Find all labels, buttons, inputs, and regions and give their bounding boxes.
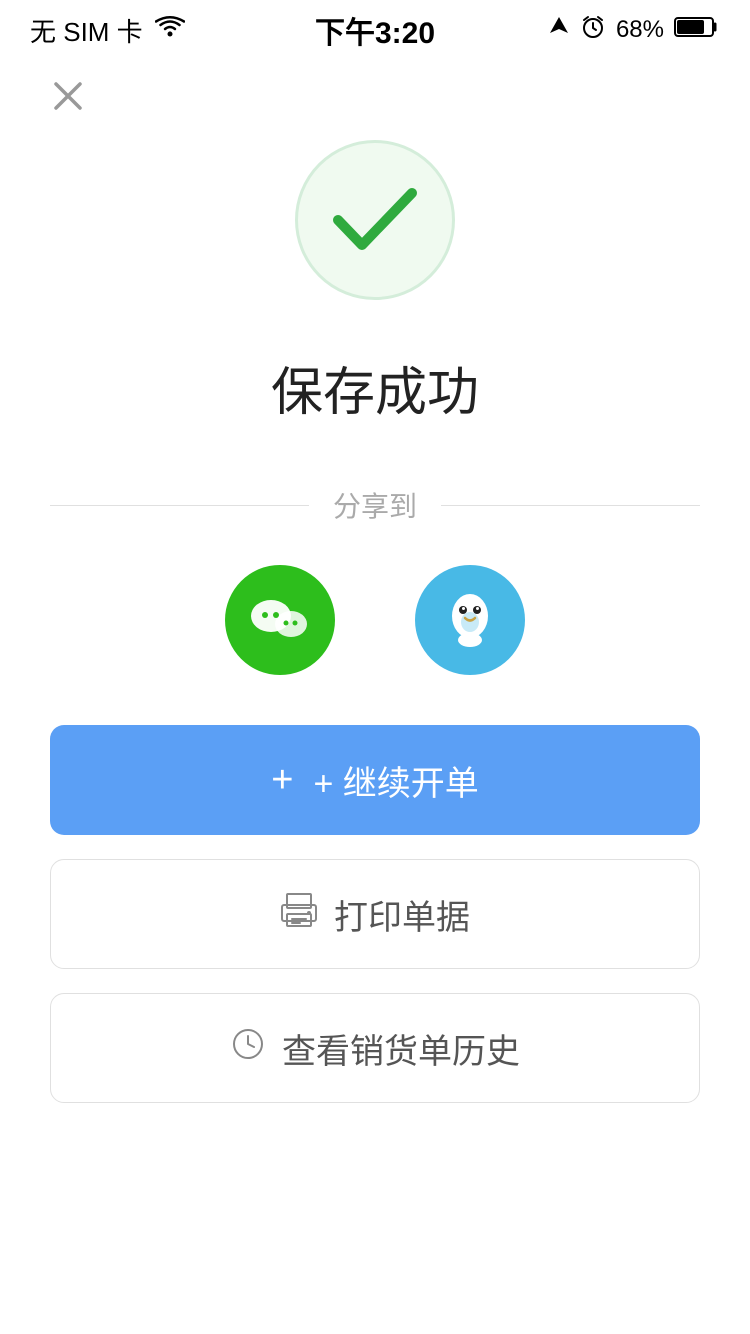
battery-text: 68%: [616, 16, 664, 44]
wechat-share-button[interactable]: [225, 565, 335, 675]
history-icon: [230, 1026, 266, 1071]
success-title: 保存成功: [271, 350, 479, 425]
status-right: 68%: [548, 14, 720, 47]
qq-share-button[interactable]: [415, 565, 525, 675]
divider-left: [50, 505, 309, 506]
continue-icon: +: [271, 759, 293, 802]
history-label: 查看销货单历史: [282, 1024, 520, 1073]
carrier-text: 无 SIM 卡: [30, 12, 143, 49]
continue-label: + 继续开单: [313, 756, 478, 805]
main-content: 保存成功 分享到: [0, 60, 750, 1103]
status-bar: 无 SIM 卡 下午3:20 68%: [0, 0, 750, 60]
history-button[interactable]: 查看销货单历史: [50, 993, 700, 1103]
battery-icon: [674, 15, 720, 46]
share-icons-container: [225, 565, 525, 675]
action-buttons: + + 继续开单 打印单据: [0, 725, 750, 1103]
status-time: 下午3:20: [315, 8, 435, 52]
location-icon: [548, 15, 570, 46]
close-button[interactable]: [40, 68, 96, 124]
print-icon: [280, 892, 318, 937]
print-button[interactable]: 打印单据: [50, 859, 700, 969]
share-section: 分享到: [0, 485, 750, 675]
wifi-icon: [155, 15, 185, 46]
share-label: 分享到: [309, 485, 441, 525]
share-divider: 分享到: [0, 485, 750, 525]
success-icon-circle: [295, 140, 455, 300]
divider-right: [441, 505, 700, 506]
status-left: 无 SIM 卡: [30, 12, 185, 49]
continue-button[interactable]: + + 继续开单: [50, 725, 700, 835]
alarm-icon: [580, 14, 606, 47]
print-label: 打印单据: [334, 890, 470, 939]
